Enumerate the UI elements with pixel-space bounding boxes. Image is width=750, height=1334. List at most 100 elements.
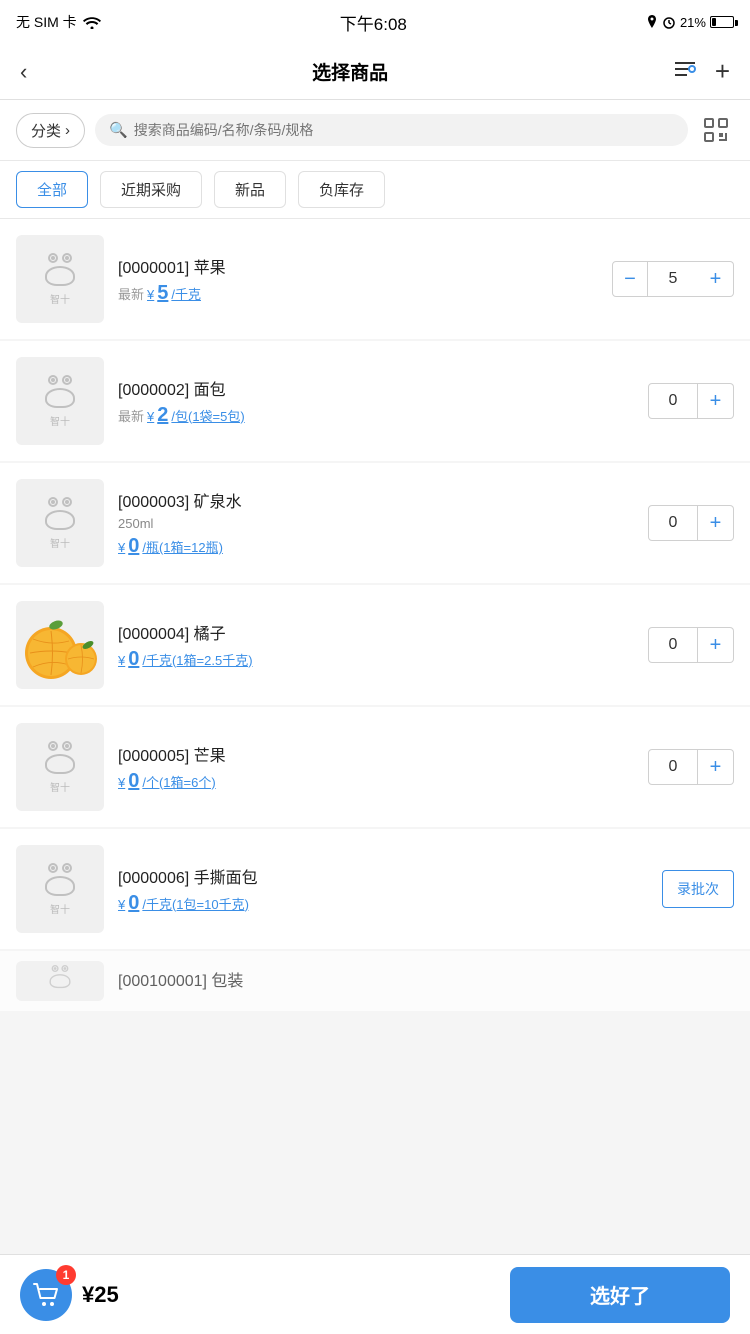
price-currency: ¥ bbox=[147, 287, 154, 302]
product-info: [0000001] 苹果 最新 ¥ 5 /千克 bbox=[118, 254, 598, 305]
location-icon bbox=[646, 15, 658, 29]
tab-all[interactable]: 全部 bbox=[16, 171, 88, 208]
product-image bbox=[16, 601, 104, 689]
product-name: [0000001] 苹果 bbox=[118, 254, 598, 278]
search-input-wrap: 🔍 bbox=[95, 114, 688, 146]
nav-actions: + bbox=[673, 56, 730, 87]
battery-icon bbox=[710, 16, 734, 28]
search-input[interactable] bbox=[134, 122, 674, 138]
price-value: 0 bbox=[128, 648, 139, 671]
cart-button[interactable]: 1 bbox=[20, 1269, 72, 1321]
product-name: [0000003] 矿泉水 bbox=[118, 488, 634, 512]
price-label: 最新 bbox=[118, 406, 144, 425]
quantity-control: + bbox=[648, 749, 734, 785]
tab-negative[interactable]: 负库存 bbox=[298, 171, 385, 208]
price-unit: /千克(1包=10千克) bbox=[142, 894, 249, 913]
status-right: 21% bbox=[646, 15, 734, 30]
scan-button[interactable] bbox=[698, 112, 734, 148]
product-spec: 250ml bbox=[118, 516, 634, 531]
product-image bbox=[16, 961, 104, 1001]
price-unit: /千克(1箱=2.5千克) bbox=[142, 650, 252, 669]
increase-button[interactable]: + bbox=[698, 383, 734, 419]
product-price-row: ¥ 0 /千克(1箱=2.5千克) bbox=[118, 648, 634, 671]
quantity-input[interactable] bbox=[648, 261, 698, 297]
cart-badge: 1 bbox=[56, 1265, 76, 1285]
price-value: 5 bbox=[157, 282, 168, 305]
product-item: [0000004] 橘子 ¥ 0 /千克(1箱=2.5千克) + bbox=[0, 585, 750, 705]
product-image: 智十 bbox=[16, 479, 104, 567]
page-title: 选择商品 bbox=[312, 58, 388, 85]
search-area: 分类 › 🔍 bbox=[0, 100, 750, 161]
product-item: 智十 [0000006] 手撕面包 ¥ 0 /千克(1包=10千克) 录批次 bbox=[0, 829, 750, 949]
add-button[interactable]: + bbox=[715, 56, 730, 87]
price-value: 0 bbox=[128, 892, 139, 915]
confirm-button[interactable]: 选好了 bbox=[510, 1267, 730, 1323]
bottom-bar: 1 ¥25 选好了 bbox=[0, 1254, 750, 1334]
product-name: [0000002] 面包 bbox=[118, 376, 634, 400]
back-button[interactable]: ‹ bbox=[20, 59, 27, 85]
alarm-icon bbox=[662, 15, 676, 29]
product-name: [0000004] 橘子 bbox=[118, 620, 634, 644]
decrease-button[interactable]: − bbox=[612, 261, 648, 297]
increase-button[interactable]: + bbox=[698, 749, 734, 785]
price-value: 2 bbox=[157, 404, 168, 427]
product-image: 智十 bbox=[16, 723, 104, 811]
price-currency: ¥ bbox=[118, 897, 125, 912]
product-image: 智十 bbox=[16, 845, 104, 933]
product-item: 智十 [0000005] 芒果 ¥ 0 /个(1箱=6个) + bbox=[0, 707, 750, 827]
quantity-control: + bbox=[648, 505, 734, 541]
product-item: 智十 [0000002] 面包 最新 ¥ 2 /包(1袋=5包) + bbox=[0, 341, 750, 461]
price-currency: ¥ bbox=[118, 540, 125, 555]
quantity-control: + bbox=[648, 383, 734, 419]
product-item: 智十 [0000003] 矿泉水 250ml ¥ 0 /瓶(1箱=12瓶) + bbox=[0, 463, 750, 583]
quantity-input[interactable] bbox=[648, 627, 698, 663]
price-currency: ¥ bbox=[118, 653, 125, 668]
category-button[interactable]: 分类 › bbox=[16, 113, 85, 148]
tab-recent[interactable]: 近期采购 bbox=[100, 171, 202, 208]
price-unit: /个(1箱=6个) bbox=[142, 772, 215, 791]
status-time: 下午6:08 bbox=[340, 10, 407, 35]
increase-button[interactable]: + bbox=[698, 505, 734, 541]
product-image: 智十 bbox=[16, 357, 104, 445]
product-name: [0000005] 芒果 bbox=[118, 742, 634, 766]
status-left: 无 SIM 卡 bbox=[16, 12, 101, 32]
product-price-row: ¥ 0 /个(1箱=6个) bbox=[118, 770, 634, 793]
batch-button[interactable]: 录批次 bbox=[662, 870, 734, 908]
product-price-row: ¥ 0 /瓶(1箱=12瓶) bbox=[118, 535, 634, 558]
quantity-input[interactable] bbox=[648, 505, 698, 541]
increase-button[interactable]: + bbox=[698, 261, 734, 297]
quantity-control: − + bbox=[612, 261, 734, 297]
nav-bar: ‹ 选择商品 + bbox=[0, 44, 750, 100]
cart-total: ¥25 bbox=[82, 1282, 119, 1308]
product-price-row: 最新 ¥ 2 /包(1袋=5包) bbox=[118, 404, 634, 427]
product-list: 智十 [0000001] 苹果 最新 ¥ 5 /千克 − + 智十 [00000… bbox=[0, 219, 750, 1103]
quantity-control: + bbox=[648, 627, 734, 663]
price-value: 0 bbox=[128, 535, 139, 558]
tab-new[interactable]: 新品 bbox=[214, 171, 286, 208]
product-info: [0000005] 芒果 ¥ 0 /个(1箱=6个) bbox=[118, 742, 634, 793]
product-image: 智十 bbox=[16, 235, 104, 323]
quantity-input[interactable] bbox=[648, 383, 698, 419]
filter-tabs: 全部 近期采购 新品 负库存 bbox=[0, 161, 750, 219]
search-icon: 🔍 bbox=[109, 121, 128, 139]
price-unit: /千克 bbox=[171, 284, 201, 303]
price-currency: ¥ bbox=[147, 409, 154, 424]
price-value: 0 bbox=[128, 770, 139, 793]
product-info: [0000002] 面包 最新 ¥ 2 /包(1袋=5包) bbox=[118, 376, 634, 427]
carrier-text: 无 SIM 卡 bbox=[16, 12, 77, 32]
product-name: [0000006] 手撕面包 bbox=[118, 864, 648, 888]
product-item: 智十 [0000001] 苹果 最新 ¥ 5 /千克 − + bbox=[0, 219, 750, 339]
product-info: [0000006] 手撕面包 ¥ 0 /千克(1包=10千克) bbox=[118, 864, 648, 915]
product-price-row: ¥ 0 /千克(1包=10千克) bbox=[118, 892, 648, 915]
product-info: [000100001] 包装 bbox=[118, 967, 734, 995]
quantity-input[interactable] bbox=[648, 749, 698, 785]
product-info: [0000004] 橘子 ¥ 0 /千克(1箱=2.5千克) bbox=[118, 620, 634, 671]
increase-button[interactable]: + bbox=[698, 627, 734, 663]
price-currency: ¥ bbox=[118, 775, 125, 790]
product-item: [000100001] 包装 bbox=[0, 951, 750, 1011]
product-name: [000100001] 包装 bbox=[118, 967, 734, 991]
product-info: [0000003] 矿泉水 250ml ¥ 0 /瓶(1箱=12瓶) bbox=[118, 488, 634, 558]
price-label: 最新 bbox=[118, 284, 144, 303]
filter-icon[interactable] bbox=[673, 58, 697, 86]
battery-text: 21% bbox=[680, 15, 706, 30]
